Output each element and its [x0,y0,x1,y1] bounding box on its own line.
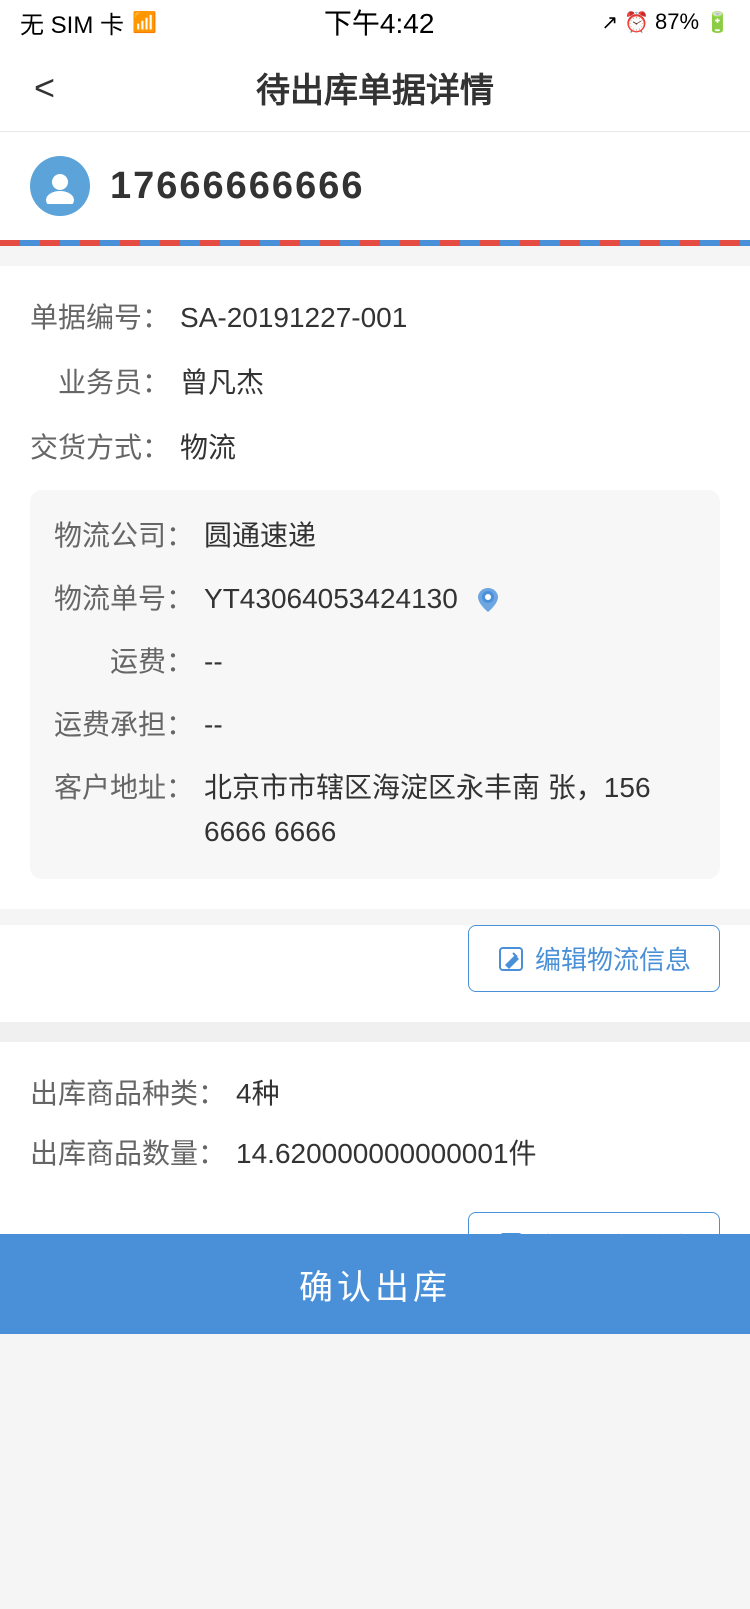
confirm-button-label: 确认出库 [299,1260,451,1309]
order-number-row: 单据编号： SA-20191227-001 [30,296,720,341]
freight-bearer-value: -- [204,703,696,748]
freight-value: -- [204,640,696,685]
confirm-bar[interactable]: 确认出库 [0,1234,750,1334]
wifi-icon: 📶 [132,10,157,35]
freight-row: 运费： -- [54,640,696,685]
edit-logistics-button[interactable]: 编辑物流信息 [468,925,720,992]
logistics-tracking-value: YT43064053424130 [204,577,696,622]
address-value: 北京市市辖区海淀区永丰南 张，156 6666 6666 [204,766,696,856]
status-time: 下午4:42 [324,2,435,42]
address-label: 客户地址： [54,766,194,811]
logistics-company-label: 物流公司： [54,514,194,559]
nav-bar: < 待出库单据详情 [0,44,750,132]
delivery-method-label: 交货方式： [30,426,170,471]
logistics-card: 物流公司： 圆通速递 物流单号： YT43064053424130 运费： -- [30,490,720,879]
back-button[interactable]: < [24,57,65,119]
tracking-number-text: YT43064053424130 [204,577,458,622]
stock-quantity-value: 14.620000000000001件 [236,1132,537,1172]
sales-person-value: 曾凡杰 [180,361,720,406]
map-pin-icon[interactable] [472,584,504,616]
stock-types-label: 出库商品种类： [30,1072,226,1112]
status-right: ↗ ⏰ 87% 🔋 [601,9,730,35]
freight-bearer-label: 运费承担： [54,703,194,748]
customer-phone: 17666666666 [110,165,364,208]
alarm-icon: ⏰ [624,10,649,35]
address-row: 客户地址： 北京市市辖区海淀区永丰南 张，156 6666 6666 [54,766,696,856]
sales-person-label: 业务员： [30,361,170,406]
delivery-method-row: 交货方式： 物流 [30,426,720,471]
section-separator-1 [0,1022,750,1042]
location-status-icon: ↗ [601,10,618,35]
battery-text: 87% [655,9,699,35]
stock-quantity-label: 出库商品数量： [30,1132,226,1172]
customer-avatar [30,156,90,216]
delivery-method-value: 物流 [180,426,720,471]
stock-info-section: 出库商品种类： 4种 出库商品数量： 14.620000000000001件 [0,1042,750,1202]
logistics-company-row: 物流公司： 圆通速递 [54,514,696,559]
battery-icon: 🔋 [705,10,730,35]
freight-bearer-row: 运费承担： -- [54,703,696,748]
status-left: 无 SIM 卡 📶 [20,5,157,40]
edit-logistics-section: 编辑物流信息 [0,925,750,1022]
logistics-company-value: 圆通速递 [204,514,696,559]
edit-icon [497,945,525,973]
sales-person-row: 业务员： 曾凡杰 [30,361,720,406]
stock-types-row: 出库商品种类： 4种 [30,1072,720,1112]
order-number-value: SA-20191227-001 [180,296,720,341]
customer-header: 17666666666 [0,132,750,240]
order-number-label: 单据编号： [30,296,170,341]
stock-quantity-row: 出库商品数量： 14.620000000000001件 [30,1132,720,1172]
dashed-divider [0,240,750,246]
stock-types-value: 4种 [236,1072,280,1112]
edit-logistics-label: 编辑物流信息 [535,940,691,977]
bottom-spacer [0,1309,750,1509]
avatar-icon [42,168,78,204]
page-title: 待出库单据详情 [256,63,494,112]
freight-label: 运费： [54,640,194,685]
carrier-text: 无 SIM 卡 [20,5,124,40]
order-info-section: 单据编号： SA-20191227-001 业务员： 曾凡杰 交货方式： 物流 … [0,266,750,909]
logistics-tracking-label: 物流单号： [54,577,194,622]
logistics-tracking-row: 物流单号： YT43064053424130 [54,577,696,622]
status-bar: 无 SIM 卡 📶 下午4:42 ↗ ⏰ 87% 🔋 [0,0,750,44]
